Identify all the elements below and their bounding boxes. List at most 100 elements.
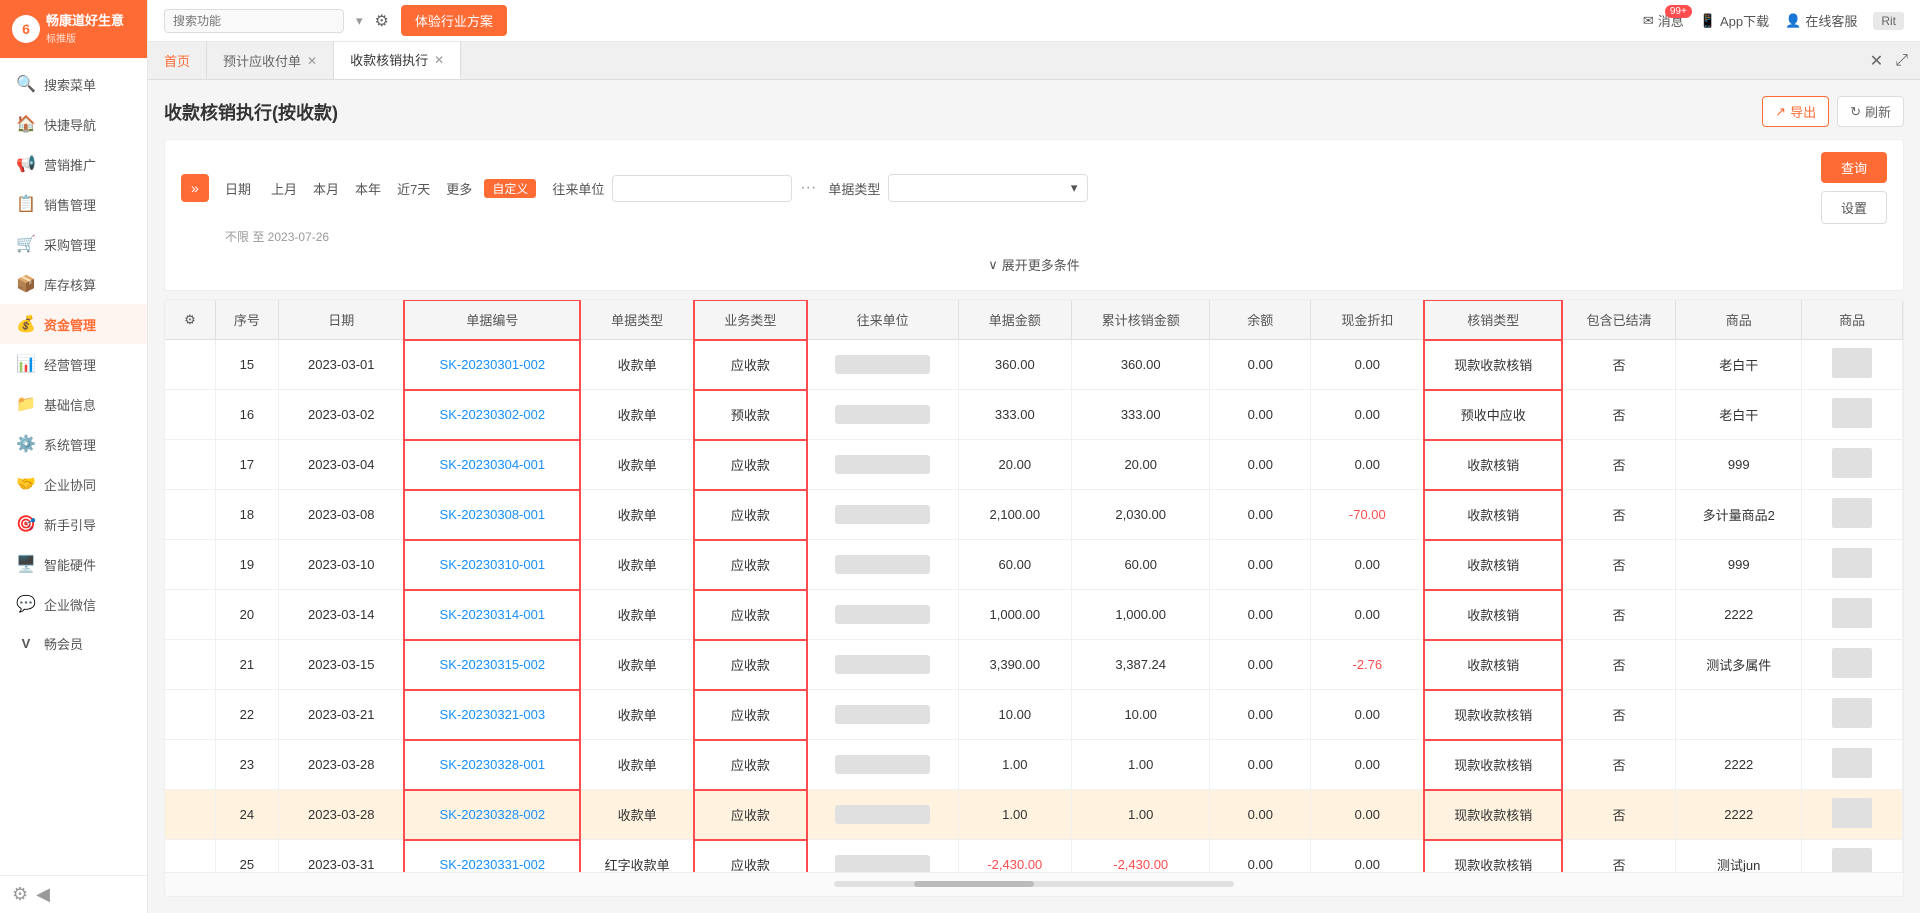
date-this-month-btn[interactable]: 本月 — [309, 177, 343, 200]
voucher-no-link[interactable]: SK-20230310-001 — [440, 557, 546, 572]
marketing-icon: 📢 — [16, 154, 36, 174]
sidebar-item-search[interactable]: 🔍 搜索菜单 — [0, 64, 147, 104]
voucher-no-link[interactable]: SK-20230328-001 — [440, 757, 546, 772]
filter-dots[interactable]: ··· — [800, 179, 816, 197]
member-icon: V — [16, 636, 36, 651]
sidebar-item-finance[interactable]: 💰 资金管理 — [0, 304, 147, 344]
close-tab-icon[interactable]: ✕ — [1866, 47, 1887, 75]
row-goods: 2222 — [1676, 790, 1802, 840]
row-select — [165, 440, 215, 490]
row-select — [165, 590, 215, 640]
query-button[interactable]: 查询 — [1821, 152, 1887, 183]
sidebar-bottom: ⚙ ◀ — [0, 875, 147, 913]
industry-btn[interactable]: 体验行业方案 — [401, 5, 507, 36]
row-cash-discount: 0.00 — [1311, 790, 1424, 840]
table-row: 222023-03-21SK-20230321-003收款单应收款██████1… — [165, 690, 1903, 740]
voucher-no-link[interactable]: SK-20230328-002 — [440, 807, 546, 822]
tab-home[interactable]: 首页 — [148, 42, 207, 79]
date-this-year-btn[interactable]: 本年 — [351, 177, 385, 200]
row-biz-type: 应收款 — [694, 340, 807, 390]
col-gear[interactable]: ⚙ — [165, 300, 215, 340]
sidebar-item-operation[interactable]: 📊 经营管理 — [0, 344, 147, 384]
partner-input[interactable] — [612, 175, 792, 202]
sidebar-item-newbie[interactable]: 🎯 新手引导 — [0, 504, 147, 544]
date-last-month-btn[interactable]: 上月 — [267, 177, 301, 200]
voucher-no-link[interactable]: SK-20230301-002 — [440, 357, 546, 372]
sidebar-item-system[interactable]: ⚙️ 系统管理 — [0, 424, 147, 464]
dropdown-icon[interactable]: ▾ — [356, 13, 363, 29]
filter-right: 查询 设置 — [1821, 152, 1887, 224]
row-cash-discount: -2.76 — [1311, 640, 1424, 690]
row-no: 16 — [215, 390, 278, 440]
sidebar-item-inventory[interactable]: 📦 库存核算 — [0, 264, 147, 304]
voucher-no-link[interactable]: SK-20230315-002 — [440, 657, 546, 672]
voucher-no-link[interactable]: SK-20230314-001 — [440, 607, 546, 622]
filter-toggle-button[interactable]: » — [181, 174, 209, 202]
purchase-icon: 🛒 — [16, 234, 36, 254]
refresh-button[interactable]: ↻ 刷新 — [1837, 96, 1904, 127]
row-amount: 60.00 — [958, 540, 1071, 590]
row-writeoff-type: 收款核销 — [1424, 590, 1562, 640]
row-include-settled: 否 — [1562, 640, 1675, 690]
table-header: ⚙ 序号 日期 单据编号 单据类型 业务类型 往来单位 单据金额 累计核销金额 … — [165, 300, 1903, 340]
settings-icon[interactable]: ⚙ — [12, 884, 28, 905]
date-7days-btn[interactable]: 近7天 — [393, 177, 434, 200]
scroll-bar[interactable] — [165, 872, 1903, 896]
sidebar-item-member[interactable]: V 畅会员 — [0, 624, 147, 663]
tab-writeoff-close[interactable]: ✕ — [434, 53, 444, 67]
row-date: 2023-03-10 — [278, 540, 404, 590]
expand-conditions-button[interactable]: ∨ 展开更多条件 — [984, 251, 1084, 278]
sidebar-item-enterprise[interactable]: 🤝 企业协同 — [0, 464, 147, 504]
sidebar-item-sales[interactable]: 📋 销售管理 — [0, 184, 147, 224]
row-no: 24 — [215, 790, 278, 840]
col-voucher-type: 单据类型 — [580, 300, 693, 340]
tab-prepay-close[interactable]: ✕ — [307, 54, 317, 68]
date-custom-label[interactable]: 自定义 — [484, 179, 536, 198]
settings-button[interactable]: 设置 — [1821, 191, 1887, 224]
date-range-label: 不限 至 2023-07-26 — [225, 228, 329, 245]
enterprise-icon: 🤝 — [16, 474, 36, 494]
sidebar-item-purchase[interactable]: 🛒 采购管理 — [0, 224, 147, 264]
voucher-no-link[interactable]: SK-20230304-001 — [440, 457, 546, 472]
row-no: 19 — [215, 540, 278, 590]
voucher-no-link[interactable]: SK-20230308-001 — [440, 507, 546, 522]
logo-text: 畅康道好生意 标推版 — [46, 13, 124, 45]
row-amount: 10.00 — [958, 690, 1071, 740]
maximize-icon[interactable]: ⤢ — [1891, 48, 1912, 74]
app-icon: 📱 — [1700, 13, 1716, 29]
export-button[interactable]: ↗ 导出 — [1762, 96, 1829, 127]
msg-button[interactable]: ✉ 消息 99+ — [1643, 11, 1684, 30]
voucher-no-link[interactable]: SK-20230302-002 — [440, 407, 546, 422]
service-button[interactable]: 👤 在线客服 — [1785, 11, 1857, 30]
app-download-button[interactable]: 📱 App下载 — [1700, 11, 1769, 30]
row-include-settled: 否 — [1562, 790, 1675, 840]
search-input[interactable] — [164, 9, 344, 33]
row-date: 2023-03-04 — [278, 440, 404, 490]
tab-writeoff[interactable]: 收款核销执行 ✕ — [334, 42, 461, 79]
col-balance: 余额 — [1210, 300, 1311, 340]
sidebar-item-marketing[interactable]: 📢 营销推广 — [0, 144, 147, 184]
collapse-icon[interactable]: ◀ — [36, 884, 50, 905]
col-goods2: 商品 — [1802, 300, 1903, 340]
row-voucher-type: 收款单 — [580, 740, 693, 790]
tab-prepay[interactable]: 预计应收付单 ✕ — [207, 42, 334, 79]
date-more-btn[interactable]: 更多 — [442, 177, 476, 200]
gear-icon[interactable]: ⚙ — [375, 11, 389, 31]
sidebar-item-shortcut[interactable]: 🏠 快捷导航 — [0, 104, 147, 144]
export-icon: ↗ — [1775, 104, 1786, 120]
sidebar-item-basic[interactable]: 📁 基础信息 — [0, 384, 147, 424]
voucher-no-link[interactable]: SK-20230321-003 — [440, 707, 546, 722]
row-date: 2023-03-21 — [278, 690, 404, 740]
sidebar-item-wechat[interactable]: 💬 企业微信 — [0, 584, 147, 624]
sidebar-item-hardware[interactable]: 🖥️ 智能硬件 — [0, 544, 147, 584]
row-writeoff-type: 现款收款核销 — [1424, 790, 1562, 840]
row-partner: ██████ — [807, 390, 958, 440]
row-balance: 0.00 — [1210, 690, 1311, 740]
table-wrapper[interactable]: ⚙ 序号 日期 单据编号 单据类型 业务类型 往来单位 单据金额 累计核销金额 … — [165, 300, 1903, 872]
row-no: 21 — [215, 640, 278, 690]
voucher-type-select[interactable]: ▾ — [888, 174, 1088, 202]
refresh-icon: ↻ — [1850, 104, 1861, 120]
row-voucher-no: SK-20230308-001 — [404, 490, 580, 540]
col-amount: 单据金额 — [958, 300, 1071, 340]
voucher-no-link[interactable]: SK-20230331-002 — [440, 857, 546, 872]
